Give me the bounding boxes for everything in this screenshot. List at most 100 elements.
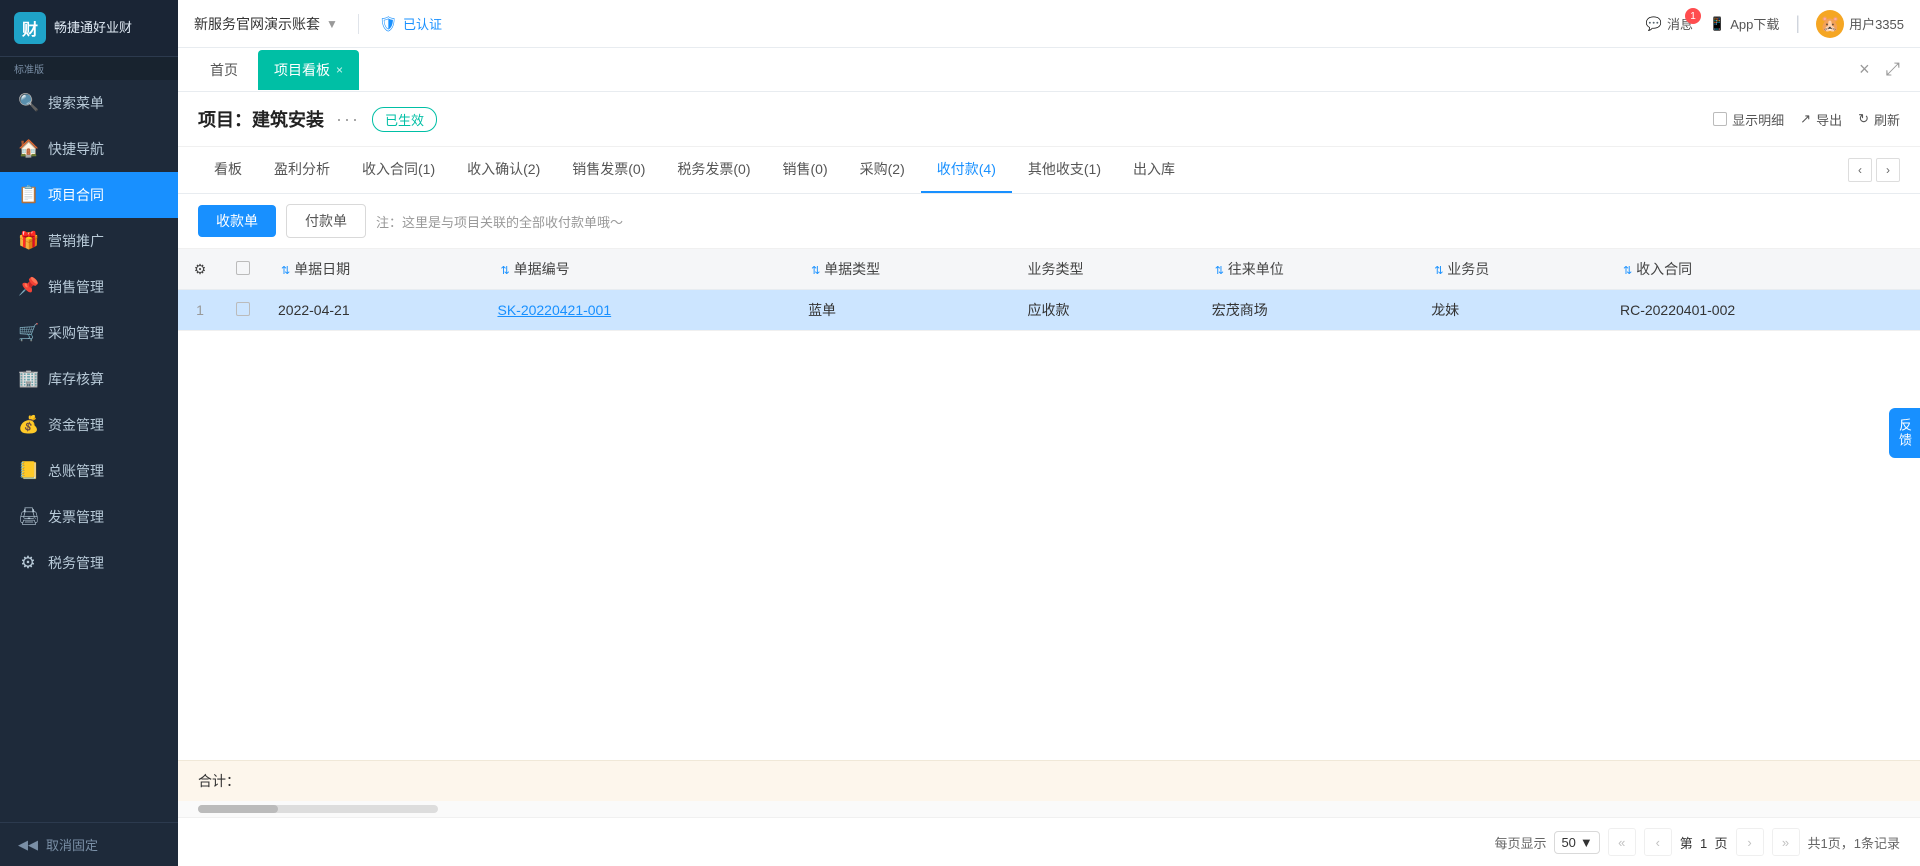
number-column-header[interactable]: ⇅ 单据编号 <box>483 249 794 290</box>
salesman-column-header[interactable]: ⇅ 业务员 <box>1417 249 1606 290</box>
page-last-button[interactable]: » <box>1772 828 1800 856</box>
type-column-header[interactable]: ⇅ 单据类型 <box>794 249 1013 290</box>
search-icon: 🔍 <box>18 93 38 113</box>
horizontal-scrollbar[interactable] <box>198 805 438 813</box>
page-next-button[interactable]: › <box>1736 828 1764 856</box>
sub-nav-warehouse[interactable]: 出入库 <box>1117 147 1191 193</box>
sidebar-item-sales[interactable]: 📌 销售管理 <box>0 264 178 310</box>
main-area: 新服务官网演示账套 ▼ 🛡 已认证 💬 消息 1 📱 App下载 | 🐹 用户3… <box>178 0 1920 866</box>
tab-home[interactable]: 首页 <box>194 50 254 90</box>
sub-nav-next-button[interactable]: › <box>1876 158 1900 182</box>
export-icon: ↗ <box>1800 111 1811 127</box>
inventory-icon: 🏢 <box>18 369 38 389</box>
sidebar-item-project-contract[interactable]: 📋 项目合同 <box>0 172 178 218</box>
sidebar-item-search[interactable]: 🔍 搜索菜单 <box>0 80 178 126</box>
settings-icon[interactable]: ⚙ <box>194 261 207 277</box>
sidebar-item-invoice[interactable]: 🖨 发票管理 <box>0 494 178 540</box>
sidebar: 财 畅捷通好业财 标准版 🔍 搜索菜单 🏠 快捷导航 📋 项目合同 🎁 营销推广… <box>0 0 178 866</box>
contract-icon: 📋 <box>18 185 38 205</box>
topbar: 新服务官网演示账套 ▼ 🛡 已认证 💬 消息 1 📱 App下载 | 🐹 用户3… <box>178 0 1920 48</box>
sidebar-item-purchase[interactable]: 🛒 采购管理 <box>0 310 178 356</box>
app-download-button[interactable]: 📱 App下载 <box>1709 14 1779 33</box>
row-index: 1 <box>178 290 222 331</box>
sub-nav-prev-button[interactable]: ‹ <box>1848 158 1872 182</box>
pin-icon: ◀◀ <box>18 837 38 853</box>
sub-nav-income-confirm[interactable]: 收入确认(2) <box>451 147 556 193</box>
contract-column-header[interactable]: ⇅ 收入合同 <box>1606 249 1920 290</box>
sidebar-item-inventory[interactable]: 🏢 库存核算 <box>0 356 178 402</box>
sidebar-item-finance[interactable]: 💰 资金管理 <box>0 402 178 448</box>
project-selector[interactable]: 新服务官网演示账套 ▼ <box>194 14 338 34</box>
ledger-icon: 📒 <box>18 461 38 481</box>
show-detail-checkbox[interactable] <box>1713 112 1727 126</box>
row-number[interactable]: SK-20220421-001 <box>483 290 794 331</box>
feedback-button[interactable]: 反馈 <box>1889 408 1920 458</box>
biz-type-column-header: 业务类型 <box>1014 249 1198 290</box>
payment-bill-button[interactable]: 付款单 <box>286 204 366 238</box>
date-column-header[interactable]: ⇅ 单据日期 <box>264 249 483 290</box>
select-all-checkbox[interactable] <box>236 261 250 275</box>
table-row[interactable]: 1 2022-04-21 SK-20220421-001 蓝单 应收款 宏茂商场… <box>178 290 1920 331</box>
sub-nav-other-income[interactable]: 其他收支(1) <box>1012 147 1117 193</box>
home-icon: 🏠 <box>18 139 38 159</box>
collection-bill-button[interactable]: 收款单 <box>198 205 276 237</box>
page-current-label: 第 1 页 <box>1680 833 1728 852</box>
sub-nav-sales-invoice[interactable]: 销售发票(0) <box>556 147 661 193</box>
row-contract: RC-20220401-002 <box>1606 290 1920 331</box>
export-button[interactable]: ↗ 导出 <box>1800 110 1842 129</box>
sub-nav-kanban[interactable]: 看板 <box>198 147 258 193</box>
scrollbar-row <box>178 801 1920 817</box>
tab-controls: × ⤢ <box>1855 55 1904 84</box>
tab-project-board-label: 项目看板 <box>274 60 330 80</box>
sort-icon: ⇅ <box>1434 265 1443 277</box>
row-checkbox[interactable] <box>236 302 250 316</box>
pagination: 每页显示 50 ▼ « ‹ 第 1 页 › » 共1页，1条记录 <box>178 817 1920 866</box>
messages-button[interactable]: 💬 消息 1 <box>1646 14 1693 33</box>
settings-column-header[interactable]: ⚙ <box>178 249 222 290</box>
row-checkbox-cell[interactable] <box>222 290 264 331</box>
sidebar-item-quicknav[interactable]: 🏠 快捷导航 <box>0 126 178 172</box>
scrollbar-thumb[interactable] <box>198 805 278 813</box>
certified-badge: 🛡 已认证 <box>379 14 442 33</box>
partner-column-header[interactable]: ⇅ 往来单位 <box>1198 249 1417 290</box>
sidebar-item-label: 税务管理 <box>48 553 104 573</box>
sidebar-item-marketing[interactable]: 🎁 营销推广 <box>0 218 178 264</box>
cancel-fixed-button[interactable]: ◀◀ 取消固定 <box>0 822 178 866</box>
tab-close-window-button[interactable]: × <box>1855 55 1874 84</box>
sub-nav-income-contract[interactable]: 收入合同(1) <box>346 147 451 193</box>
tab-close-icon[interactable]: × <box>336 63 343 77</box>
invoice-icon: 🖨 <box>18 507 38 527</box>
content-area: 项目：建筑安装 ··· 已生效 显示明细 ↗ 导出 ↻ 刷新 <box>178 92 1920 866</box>
sub-nav-collection[interactable]: 收付款(4) <box>921 147 1012 193</box>
per-page-select[interactable]: 50 ▼ <box>1554 831 1599 854</box>
sub-nav-profit[interactable]: 盈利分析 <box>258 147 346 193</box>
page-prev-button[interactable]: ‹ <box>1644 828 1672 856</box>
row-biz-type: 应收款 <box>1014 290 1198 331</box>
sub-nav-purchase[interactable]: 采购(2) <box>844 147 921 193</box>
project-more-button[interactable]: ··· <box>336 109 360 130</box>
sub-nav-sales[interactable]: 销售(0) <box>767 147 844 193</box>
app-edition: 标准版 <box>0 57 178 80</box>
page-first-button[interactable]: « <box>1608 828 1636 856</box>
sub-nav: 看板 盈利分析 收入合同(1) 收入确认(2) 销售发票(0) 税务发票(0) … <box>178 147 1920 194</box>
sidebar-item-label: 采购管理 <box>48 323 104 343</box>
sidebar-item-label: 销售管理 <box>48 277 104 297</box>
marketing-icon: 🎁 <box>18 231 38 251</box>
checkbox-column-header[interactable] <box>222 249 264 290</box>
sub-nav-tax-invoice[interactable]: 税务发票(0) <box>661 147 766 193</box>
tab-expand-button[interactable]: ⤢ <box>1882 55 1904 84</box>
sort-icon: ⇅ <box>1215 265 1224 277</box>
chevron-down-icon: ▼ <box>326 17 338 31</box>
sidebar-item-ledger[interactable]: 📒 总账管理 <box>0 448 178 494</box>
tab-project-board[interactable]: 项目看板 × <box>258 50 359 90</box>
show-detail-toggle[interactable]: 显示明细 <box>1713 110 1784 129</box>
shield-icon: 🛡 <box>379 15 398 33</box>
tax-icon: ⚙ <box>18 553 38 573</box>
user-menu[interactable]: 🐹 用户3355 <box>1816 10 1904 38</box>
sidebar-item-tax[interactable]: ⚙ 税务管理 <box>0 540 178 586</box>
sidebar-item-label: 快捷导航 <box>48 139 104 159</box>
project-header: 项目：建筑安装 ··· 已生效 显示明细 ↗ 导出 ↻ 刷新 <box>178 92 1920 147</box>
per-page-label: 每页显示 <box>1494 833 1546 852</box>
refresh-button[interactable]: ↻ 刷新 <box>1858 110 1900 129</box>
purchase-icon: 🛒 <box>18 323 38 343</box>
